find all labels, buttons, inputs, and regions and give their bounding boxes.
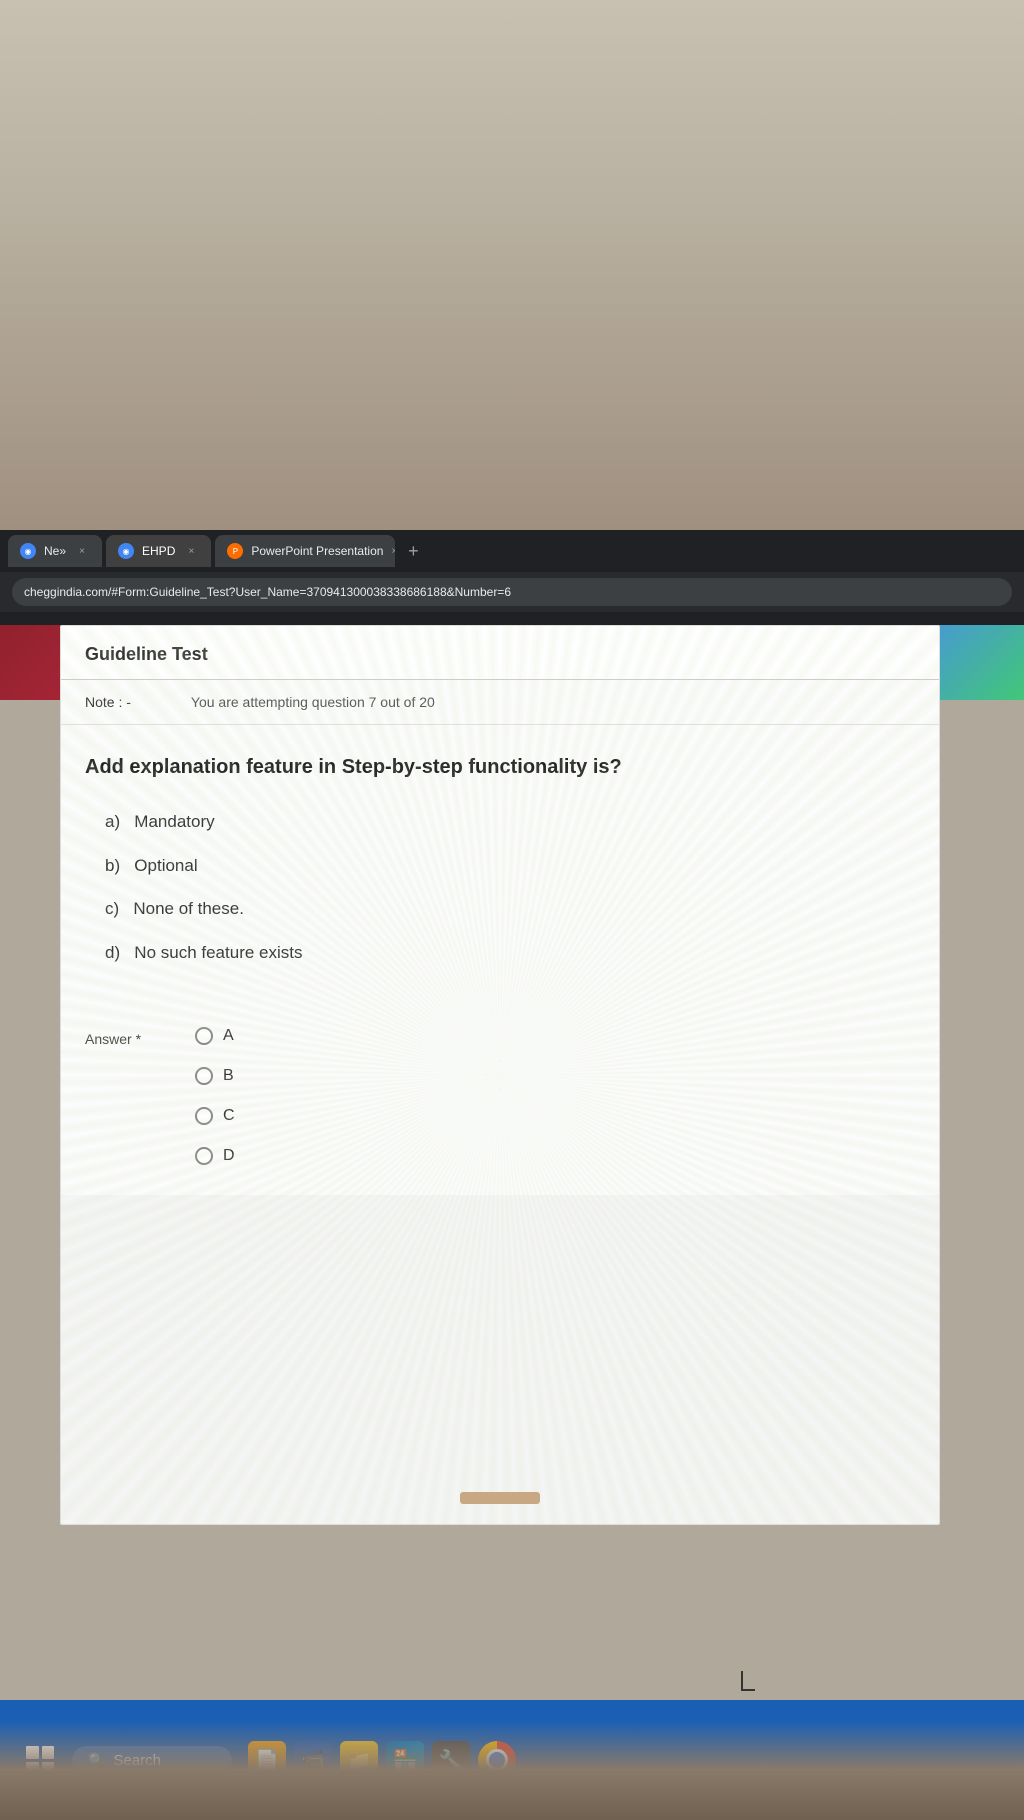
taskbar-chrome-icon[interactable]	[478, 1741, 516, 1779]
radio-option-d[interactable]: D	[195, 1147, 235, 1165]
windows-logo	[26, 1746, 54, 1774]
start-button[interactable]	[20, 1740, 60, 1780]
taskbar-tools-icon[interactable]: 🔧	[432, 1741, 470, 1779]
option-b-text: Optional	[134, 856, 197, 875]
radio-label-a: A	[223, 1027, 234, 1045]
option-d: d) No such feature exists	[105, 940, 915, 966]
taskbar-folder-icon[interactable]: 📁	[340, 1741, 378, 1779]
radio-options: A B C D	[195, 1027, 235, 1165]
tab1-label: Ne»	[44, 544, 66, 558]
url-input[interactable]: cheggindia.com/#Form:Guideline_Test?User…	[12, 578, 1012, 606]
taskbar-store-icon[interactable]: 🏪	[386, 1741, 424, 1779]
tools-icon-glyph: 🔧	[439, 1748, 464, 1773]
option-a-letter: a)	[105, 812, 130, 831]
taskbar-search[interactable]: 🔍 Search	[72, 1746, 232, 1775]
radio-option-b[interactable]: B	[195, 1067, 235, 1085]
radio-label-c: C	[223, 1107, 235, 1125]
content-area: Guideline Test Note : - You are attempti…	[60, 625, 940, 1525]
option-d-text: No such feature exists	[134, 943, 302, 962]
browser-tab-1[interactable]: ◉ Ne» ×	[8, 535, 102, 567]
radio-label-b: B	[223, 1067, 234, 1085]
option-c-text: None of these.	[133, 899, 244, 918]
tab3-favicon: P	[227, 543, 243, 559]
radio-option-a[interactable]: A	[195, 1027, 235, 1045]
scroll-indicator	[460, 1492, 540, 1504]
page-title: Guideline Test	[61, 626, 939, 680]
video-icon-glyph: 📹	[301, 1748, 326, 1773]
page-title-text: Guideline Test	[85, 644, 208, 664]
physical-background	[0, 0, 1024, 530]
options-list: a) Mandatory b) Optional c) None of thes…	[105, 809, 915, 965]
taskbar-apps: 📄 📹 📁 🏪 🔧	[248, 1741, 516, 1779]
radio-option-c[interactable]: C	[195, 1107, 235, 1125]
answer-row: Answer * A B C D	[85, 1027, 915, 1165]
taskbar: 🔍 Search 📄 📹 📁 🏪 🔧	[0, 1700, 1024, 1820]
note-value: You are attempting question 7 out of 20	[191, 694, 435, 710]
radio-circle-a	[195, 1027, 213, 1045]
files-icon-glyph: 📄	[255, 1748, 280, 1773]
answer-section: Answer * A B C D	[61, 1003, 939, 1195]
radio-label-d: D	[223, 1147, 235, 1165]
question-text: Add explanation feature in Step-by-step …	[85, 753, 915, 781]
option-a-text: Mandatory	[134, 812, 214, 831]
option-d-letter: d)	[105, 943, 130, 962]
tab2-close[interactable]: ×	[183, 543, 199, 559]
option-c: c) None of these.	[105, 896, 915, 922]
tab2-favicon: ◉	[118, 543, 134, 559]
option-a: a) Mandatory	[105, 809, 915, 835]
new-tab-icon: +	[408, 541, 419, 562]
option-c-letter: c)	[105, 899, 129, 918]
radio-circle-b	[195, 1067, 213, 1085]
taskbar-video-icon[interactable]: 📹	[294, 1741, 332, 1779]
tab3-label: PowerPoint Presentation	[251, 544, 383, 558]
note-row: Note : - You are attempting question 7 o…	[61, 680, 939, 725]
tab-bar: ◉ Ne» × ◉ EHPD × P PowerPoint Presentati…	[0, 530, 1024, 572]
url-text: cheggindia.com/#Form:Guideline_Test?User…	[24, 585, 511, 599]
cursor	[741, 1671, 755, 1691]
taskbar-files-icon[interactable]: 📄	[248, 1741, 286, 1779]
tab2-label: EHPD	[142, 544, 175, 558]
search-icon: 🔍	[88, 1752, 105, 1769]
note-label: Note : -	[85, 694, 131, 710]
tab1-close[interactable]: ×	[74, 543, 90, 559]
question-section: Add explanation feature in Step-by-step …	[61, 725, 939, 1003]
option-b-letter: b)	[105, 856, 130, 875]
new-tab-button[interactable]: +	[399, 537, 427, 565]
tab3-close[interactable]: ×	[391, 543, 395, 559]
store-icon-glyph: 🏪	[393, 1748, 418, 1773]
option-b: b) Optional	[105, 853, 915, 879]
browser-chrome: ◉ Ne» × ◉ EHPD × P PowerPoint Presentati…	[0, 530, 1024, 625]
answer-label: Answer *	[85, 1027, 165, 1047]
radio-circle-d	[195, 1147, 213, 1165]
browser-tab-2[interactable]: ◉ EHPD ×	[106, 535, 211, 567]
radio-circle-c	[195, 1107, 213, 1125]
folder-icon-glyph: 📁	[347, 1748, 372, 1773]
search-label: Search	[113, 1752, 161, 1769]
browser-tab-3[interactable]: P PowerPoint Presentation ×	[215, 535, 395, 567]
address-bar: cheggindia.com/#Form:Guideline_Test?User…	[0, 572, 1024, 612]
tab1-favicon: ◉	[20, 543, 36, 559]
